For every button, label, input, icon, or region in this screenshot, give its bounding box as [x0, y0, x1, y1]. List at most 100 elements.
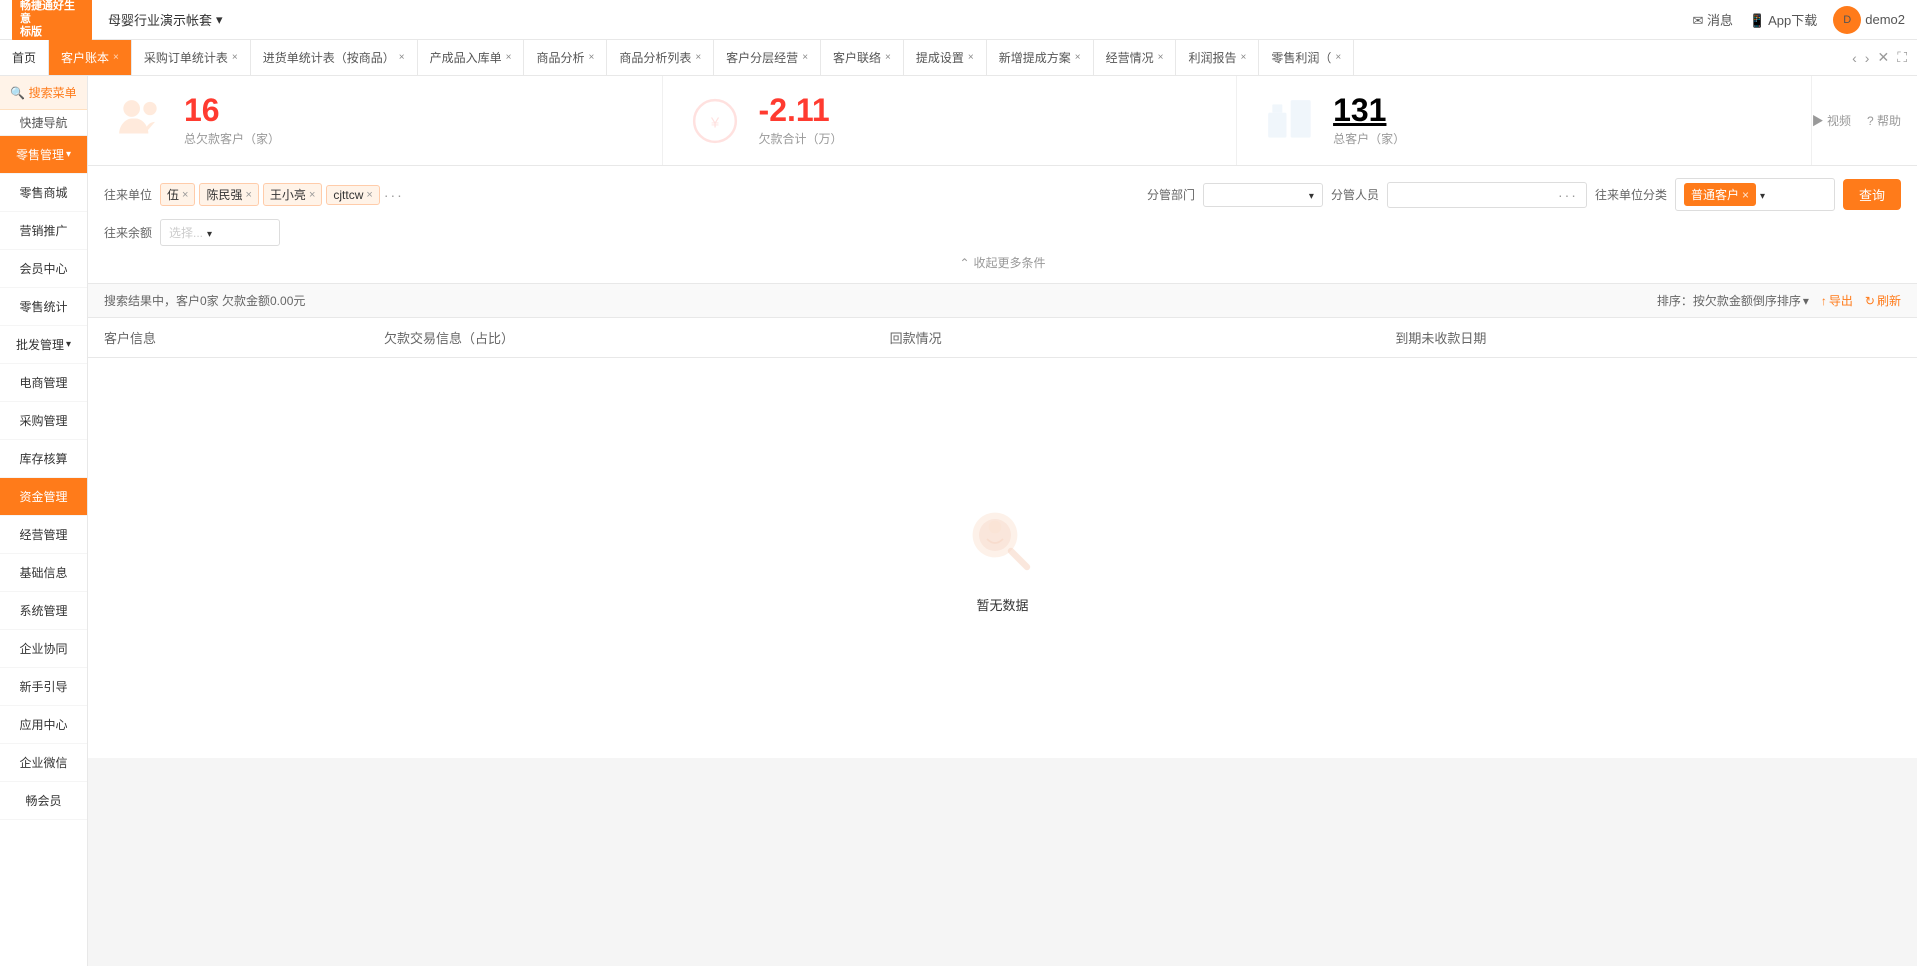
stat-clients-number: 131	[1333, 94, 1405, 126]
sidebar-item-retail-mgmt[interactable]: 零售管理 ▾	[0, 136, 87, 174]
empty-text: 暂无数据	[976, 595, 1028, 614]
close-icon[interactable]: ×	[232, 52, 238, 63]
classify-chevron-icon	[1760, 188, 1765, 202]
close-icon[interactable]: ×	[695, 52, 701, 63]
chevron-down-icon: ▾	[66, 149, 71, 160]
col-debt-info: 欠款交易信息（占比）	[384, 328, 890, 347]
stat-clients-info: 131 总客户（家）	[1333, 94, 1405, 147]
filter-tag-wu[interactable]: 伍 ×	[160, 183, 195, 206]
video-icon: ▶	[1812, 114, 1827, 128]
sidebar-item-marketing[interactable]: 营销推广	[0, 212, 87, 250]
sidebar-item-new-guide[interactable]: 新手引导	[0, 668, 87, 706]
close-icon[interactable]: ×	[802, 52, 808, 63]
table-body: 暂无数据	[88, 358, 1917, 758]
close-icon[interactable]: ×	[1240, 52, 1246, 63]
customers-icon	[112, 93, 168, 149]
sidebar-item-retail-mall[interactable]: 零售商城	[0, 174, 87, 212]
tab-business-status[interactable]: 经营情况 ×	[1094, 40, 1177, 76]
sidebar-item-capital[interactable]: 资金管理	[0, 478, 87, 516]
message-icon: ✉	[1692, 13, 1707, 28]
nav-right-arrow[interactable]: ›	[1863, 50, 1872, 66]
close-icon[interactable]: ×	[968, 52, 974, 63]
stats-row: 16 总欠款客户（家） ¥ -2.11 欠款合计（万）	[88, 76, 1917, 166]
refresh-icon: ↻	[1865, 294, 1875, 308]
sidebar-item-batch-mgmt[interactable]: 批发管理 ▾	[0, 326, 87, 364]
remove-tag-wu[interactable]: ×	[182, 189, 188, 201]
sort-btn[interactable]: 排序：按欠款金额倒序排序 ▾	[1657, 292, 1809, 309]
stat-actions: ▶ 视频 ? 帮助	[1812, 76, 1917, 165]
refresh-btn[interactable]: ↻ 刷新	[1865, 292, 1901, 309]
manager-input[interactable]: ···	[1387, 182, 1587, 208]
filter-tags: 伍 × 陈民强 × 王小亮 × cjttcw × ···	[160, 183, 1139, 206]
sidebar-item-inventory[interactable]: 库存核算	[0, 440, 87, 478]
tab-customer-contact[interactable]: 客户联络 ×	[821, 40, 904, 76]
sidebar-item-basic-info[interactable]: 基础信息	[0, 554, 87, 592]
sidebar-item-app-center[interactable]: 应用中心	[0, 706, 87, 744]
active-classify-tag[interactable]: 普通客户 ×	[1684, 183, 1756, 206]
filter-tag-cjttcw[interactable]: cjttcw ×	[326, 185, 379, 205]
filter-tag-chen[interactable]: 陈民强 ×	[199, 183, 258, 206]
sidebar-item-vip-member[interactable]: 畅会员	[0, 782, 87, 820]
export-btn[interactable]: ↑ 导出	[1821, 292, 1853, 309]
col-customer-info: 客户信息	[104, 328, 384, 347]
tab-retail-profit[interactable]: 零售利润（ ×	[1259, 40, 1354, 76]
sidebar-item-ecommerce[interactable]: 电商管理	[0, 364, 87, 402]
topbar-right: ✉ 消息 📱 App下载 D demo2	[1692, 6, 1905, 34]
tab-product-inbound[interactable]: 产成品入库单 ×	[418, 40, 525, 76]
sidebar-quick-nav[interactable]: 快捷导航	[0, 110, 87, 136]
close-icon[interactable]: ×	[588, 52, 594, 63]
sidebar-item-retail-stats[interactable]: 零售统计	[0, 288, 87, 326]
close-icon[interactable]: ×	[885, 52, 891, 63]
clients-icon	[1261, 93, 1317, 149]
remove-tag-cjttcw[interactable]: ×	[366, 189, 372, 201]
classify-select[interactable]: 普通客户 ×	[1675, 178, 1835, 211]
close-icon[interactable]: ×	[1075, 52, 1081, 63]
sidebar-item-member[interactable]: 会员中心	[0, 250, 87, 288]
help-btn[interactable]: ? 帮助	[1867, 112, 1901, 129]
search-button[interactable]: 查询	[1843, 179, 1901, 210]
remove-tag-chen[interactable]: ×	[245, 189, 251, 201]
unit-label: 往来单位	[104, 186, 152, 203]
export-icon: ↑	[1821, 294, 1827, 308]
sidebar-item-enterprise-wechat[interactable]: 企业微信	[0, 744, 87, 782]
tab-new-promotion[interactable]: 新增提成方案 ×	[987, 40, 1094, 76]
tab-customer-book[interactable]: 客户账本 ×	[49, 40, 132, 76]
chevron-down-icon: ▾	[216, 12, 223, 28]
message-btn[interactable]: ✉ 消息	[1692, 10, 1733, 29]
tab-product-analysis[interactable]: 商品分析 ×	[524, 40, 607, 76]
remove-tag-wang[interactable]: ×	[309, 189, 315, 201]
close-icon[interactable]: ×	[1335, 52, 1341, 63]
close-icon[interactable]: ×	[506, 52, 512, 63]
tab-product-analysis-list[interactable]: 商品分析列表 ×	[607, 40, 714, 76]
col-repayment: 回款情况	[890, 328, 1396, 347]
balance-select[interactable]: 选择...	[160, 219, 280, 246]
store-selector[interactable]: 母婴行业演示帐套 ▾	[100, 10, 231, 29]
user-area[interactable]: D demo2	[1833, 6, 1905, 34]
svg-text:¥: ¥	[709, 114, 719, 131]
tab-incoming-stats[interactable]: 进货单统计表（按商品） ×	[251, 40, 418, 76]
nav-left-arrow[interactable]: ‹	[1850, 50, 1859, 66]
filter-tag-wang[interactable]: 王小亮 ×	[263, 183, 322, 206]
close-icon[interactable]: ×	[1158, 52, 1164, 63]
tab-home[interactable]: 首页	[0, 40, 49, 76]
tab-profit-report[interactable]: 利润报告 ×	[1176, 40, 1259, 76]
close-icon[interactable]: ×	[113, 52, 119, 63]
video-btn[interactable]: ▶ 视频	[1812, 112, 1851, 129]
remove-classify-icon[interactable]: ×	[1742, 188, 1749, 202]
more-tags-btn[interactable]: ···	[384, 187, 404, 203]
nav-close-all[interactable]: ✕	[1875, 49, 1891, 66]
tab-customer-segment[interactable]: 客户分层经营 ×	[714, 40, 821, 76]
tab-purchase-order[interactable]: 采购订单统计表 ×	[132, 40, 251, 76]
collapse-filter-btn[interactable]: ⌃ 收起更多条件	[104, 254, 1901, 271]
sidebar-search[interactable]: 🔍 搜索菜单	[0, 76, 87, 110]
close-icon[interactable]: ×	[399, 52, 405, 63]
dept-select[interactable]	[1203, 183, 1323, 207]
tab-promotion-settings[interactable]: 提成设置 ×	[904, 40, 987, 76]
sidebar-item-system[interactable]: 系统管理	[0, 592, 87, 630]
nav-expand-icon[interactable]: ⛶	[1895, 49, 1909, 66]
sidebar-item-ops[interactable]: 经营管理	[0, 516, 87, 554]
sidebar-item-enterprise-collab[interactable]: 企业协同	[0, 630, 87, 668]
sidebar-item-purchase[interactable]: 采购管理	[0, 402, 87, 440]
app-download-btn[interactable]: 📱 App下载	[1749, 10, 1817, 29]
balance-label: 往来余额	[104, 224, 152, 241]
